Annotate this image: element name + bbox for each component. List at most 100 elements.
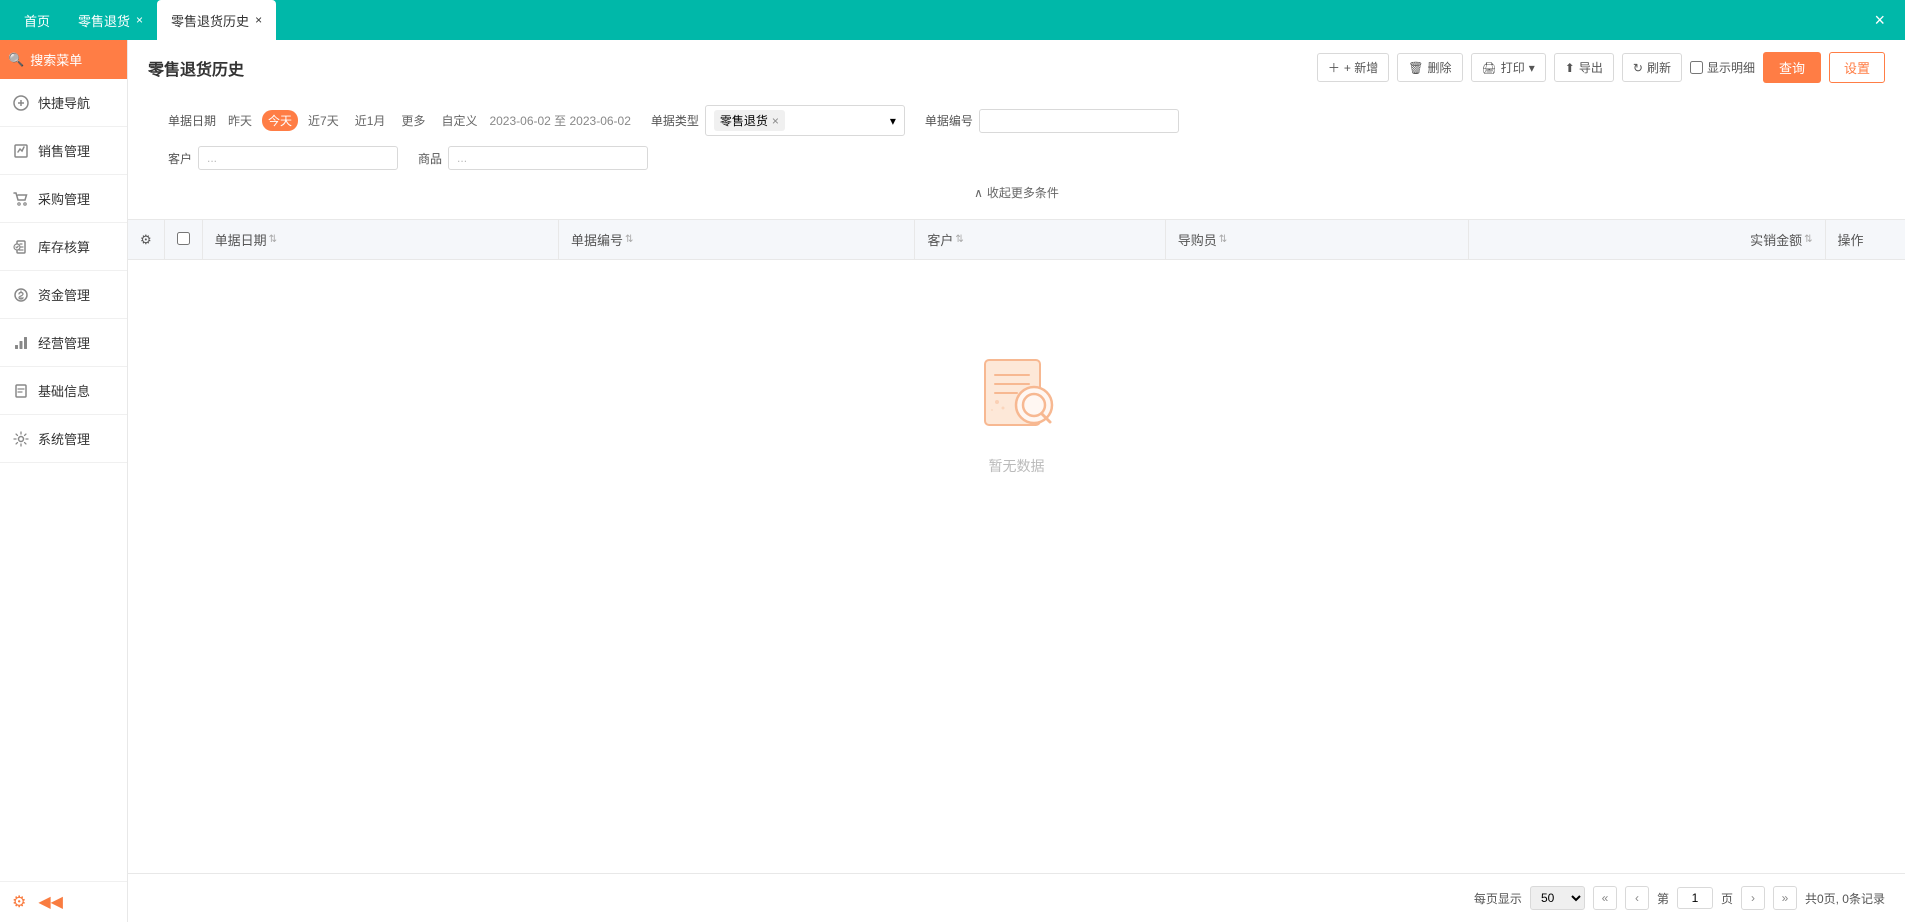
- print-button[interactable]: 🖨 打印 ▾: [1471, 53, 1546, 82]
- th-action: 操作: [1825, 220, 1905, 260]
- tab-retail-return[interactable]: 零售退货 ×: [64, 0, 157, 40]
- filter-goods: 商品 ...: [418, 146, 648, 170]
- delete-button[interactable]: 🗑 删除: [1397, 53, 1462, 82]
- tab-retail-return-close[interactable]: ×: [136, 13, 143, 27]
- add-button[interactable]: ＋ + 新增: [1317, 53, 1389, 82]
- type-dropdown-icon: ▾: [890, 114, 896, 128]
- empty-text: 暂无数据: [989, 456, 1045, 476]
- date-opt-7days[interactable]: 近7天: [302, 110, 345, 131]
- th-amount: 实销金额 ⇅: [1469, 220, 1825, 260]
- tab-retail-return-history-close[interactable]: ×: [255, 13, 262, 27]
- basic-info-icon: [12, 382, 30, 400]
- sidebar-item-quick-nav-label: 快捷导航: [38, 93, 90, 112]
- add-label: + 新增: [1344, 59, 1378, 76]
- sys-mgmt-icon: [12, 430, 30, 448]
- table-container: ⚙ 单据日期 ⇅ 单据编号: [128, 220, 1905, 873]
- tab-retail-return-history-label: 零售退货历史: [171, 11, 249, 30]
- date-opt-today[interactable]: 今天: [262, 110, 298, 131]
- sort-voucher[interactable]: 单据编号 ⇅: [571, 230, 902, 249]
- search-icon: 🔍: [8, 52, 24, 68]
- delete-icon: 🗑: [1408, 61, 1423, 75]
- last-page-button[interactable]: »: [1773, 886, 1797, 910]
- date-opt-custom[interactable]: 自定义: [435, 110, 483, 131]
- goods-filter-select[interactable]: ...: [448, 146, 648, 170]
- sidebar-item-quick-nav[interactable]: 快捷导航: [0, 79, 127, 127]
- sidebar-item-business-mgmt[interactable]: 经营管理: [0, 319, 127, 367]
- customer-filter-label: 客户: [168, 150, 192, 167]
- empty-state: 暂无数据: [128, 260, 1905, 556]
- type-tag-close[interactable]: ×: [772, 114, 779, 128]
- show-detail-checkbox[interactable]: [1690, 61, 1703, 74]
- sidebar-item-basic-info-label: 基础信息: [38, 381, 90, 400]
- show-detail-toggle[interactable]: 显示明细: [1690, 59, 1755, 76]
- refresh-icon: ↻: [1633, 61, 1643, 75]
- gear-button[interactable]: ⚙: [12, 892, 26, 912]
- sales-mgmt-icon: [12, 142, 30, 160]
- voucher-filter-label: 单据编号: [925, 112, 973, 129]
- finance-mgmt-icon: [12, 286, 30, 304]
- sort-voucher-icon: ⇅: [625, 235, 633, 245]
- top-nav-bar: 首页 零售退货 × 零售退货历史 × ×: [0, 0, 1905, 40]
- sort-guide[interactable]: 导购员 ⇅: [1178, 230, 1456, 249]
- refresh-button[interactable]: ↻ 刷新: [1622, 53, 1682, 82]
- main-layout: 🔍 搜索菜单 快捷导航 销售管理: [0, 40, 1905, 922]
- sidebar-item-sales-label: 销售管理: [38, 141, 90, 160]
- tab-retail-return-history[interactable]: 零售退货历史 ×: [157, 0, 276, 40]
- table-header-row: ⚙ 单据日期 ⇅ 单据编号: [128, 220, 1905, 260]
- sidebar-item-basic-info[interactable]: 基础信息: [0, 367, 127, 415]
- close-window-button[interactable]: ×: [1866, 10, 1893, 31]
- sort-amount[interactable]: 实销金额 ⇅: [1481, 230, 1812, 249]
- filter-row-1: 单据日期 昨天 今天 近7天 近1月 更多 自定义 2023-06-02 至 2…: [168, 105, 1865, 136]
- toolbar: ＋ + 新增 🗑 删除 🖨 打印 ▾ ⬆ 导出: [1317, 52, 1885, 83]
- date-opt-yesterday[interactable]: 昨天: [222, 110, 258, 131]
- query-button[interactable]: 查询: [1763, 52, 1821, 83]
- export-icon: ⬆: [1565, 61, 1575, 75]
- business-mgmt-icon: [12, 334, 30, 352]
- page-size-select[interactable]: 50 20 100: [1530, 886, 1585, 910]
- next-page-button[interactable]: ›: [1741, 886, 1765, 910]
- th-customer-label: 客户: [927, 230, 953, 249]
- sort-date[interactable]: 单据日期 ⇅: [215, 230, 546, 249]
- date-filter-label: 单据日期: [168, 112, 216, 129]
- print-dropdown-icon: ▾: [1529, 61, 1535, 75]
- date-opt-more[interactable]: 更多: [395, 110, 431, 131]
- tab-home[interactable]: 首页: [10, 0, 64, 40]
- prev-page-icon: ‹: [1635, 891, 1639, 905]
- sidebar-item-purchase-mgmt[interactable]: 采购管理: [0, 175, 127, 223]
- first-page-button[interactable]: «: [1593, 886, 1617, 910]
- next-page-icon: ›: [1751, 891, 1755, 905]
- prev-page-button[interactable]: ‹: [1625, 886, 1649, 910]
- export-button[interactable]: ⬆ 导出: [1554, 53, 1614, 82]
- page-unit-label: 页: [1721, 890, 1733, 907]
- setting-label: 设置: [1844, 61, 1870, 76]
- sidebar-bottom: ⚙ ◀◀: [0, 881, 127, 922]
- voucher-filter-input[interactable]: [979, 109, 1179, 133]
- sidebar-item-sys-mgmt[interactable]: 系统管理: [0, 415, 127, 463]
- sidebar-item-sales-mgmt[interactable]: 销售管理: [0, 127, 127, 175]
- query-label: 查询: [1779, 61, 1805, 76]
- speaker-button[interactable]: ◀◀: [38, 892, 63, 912]
- sort-customer-icon: ⇅: [955, 235, 963, 245]
- sidebar-search[interactable]: 🔍 搜索菜单: [0, 40, 127, 79]
- setting-button[interactable]: 设置: [1829, 52, 1885, 83]
- page-header: 零售退货历史 ＋ + 新增 🗑 删除 🖨 打印 ▾: [128, 40, 1905, 220]
- customer-filter-select[interactable]: ...: [198, 146, 398, 170]
- sidebar-item-business-label: 经营管理: [38, 333, 90, 352]
- sidebar-item-inventory[interactable]: 库存核算: [0, 223, 127, 271]
- sidebar: 🔍 搜索菜单 快捷导航 销售管理: [0, 40, 128, 922]
- export-label: 导出: [1579, 59, 1603, 76]
- type-filter-select[interactable]: 零售退货 × ▾: [705, 105, 905, 136]
- page-number-input[interactable]: [1677, 887, 1713, 909]
- sort-customer[interactable]: 客户 ⇅: [927, 230, 1152, 249]
- tab-home-label: 首页: [24, 11, 50, 30]
- collapse-filter-row[interactable]: ∧ 收起更多条件: [168, 180, 1865, 209]
- date-opt-1month[interactable]: 近1月: [349, 110, 392, 131]
- sidebar-item-finance-mgmt[interactable]: 资金管理: [0, 271, 127, 319]
- filter-row-2: 客户 ... 商品 ...: [168, 146, 1865, 170]
- select-all-checkbox[interactable]: [177, 232, 190, 245]
- sort-date-icon: ⇅: [269, 235, 277, 245]
- filter-voucher: 单据编号: [925, 109, 1179, 133]
- print-icon: 🖨: [1482, 61, 1497, 75]
- tab-retail-return-label: 零售退货: [78, 11, 130, 30]
- column-settings-icon[interactable]: ⚙: [140, 232, 152, 247]
